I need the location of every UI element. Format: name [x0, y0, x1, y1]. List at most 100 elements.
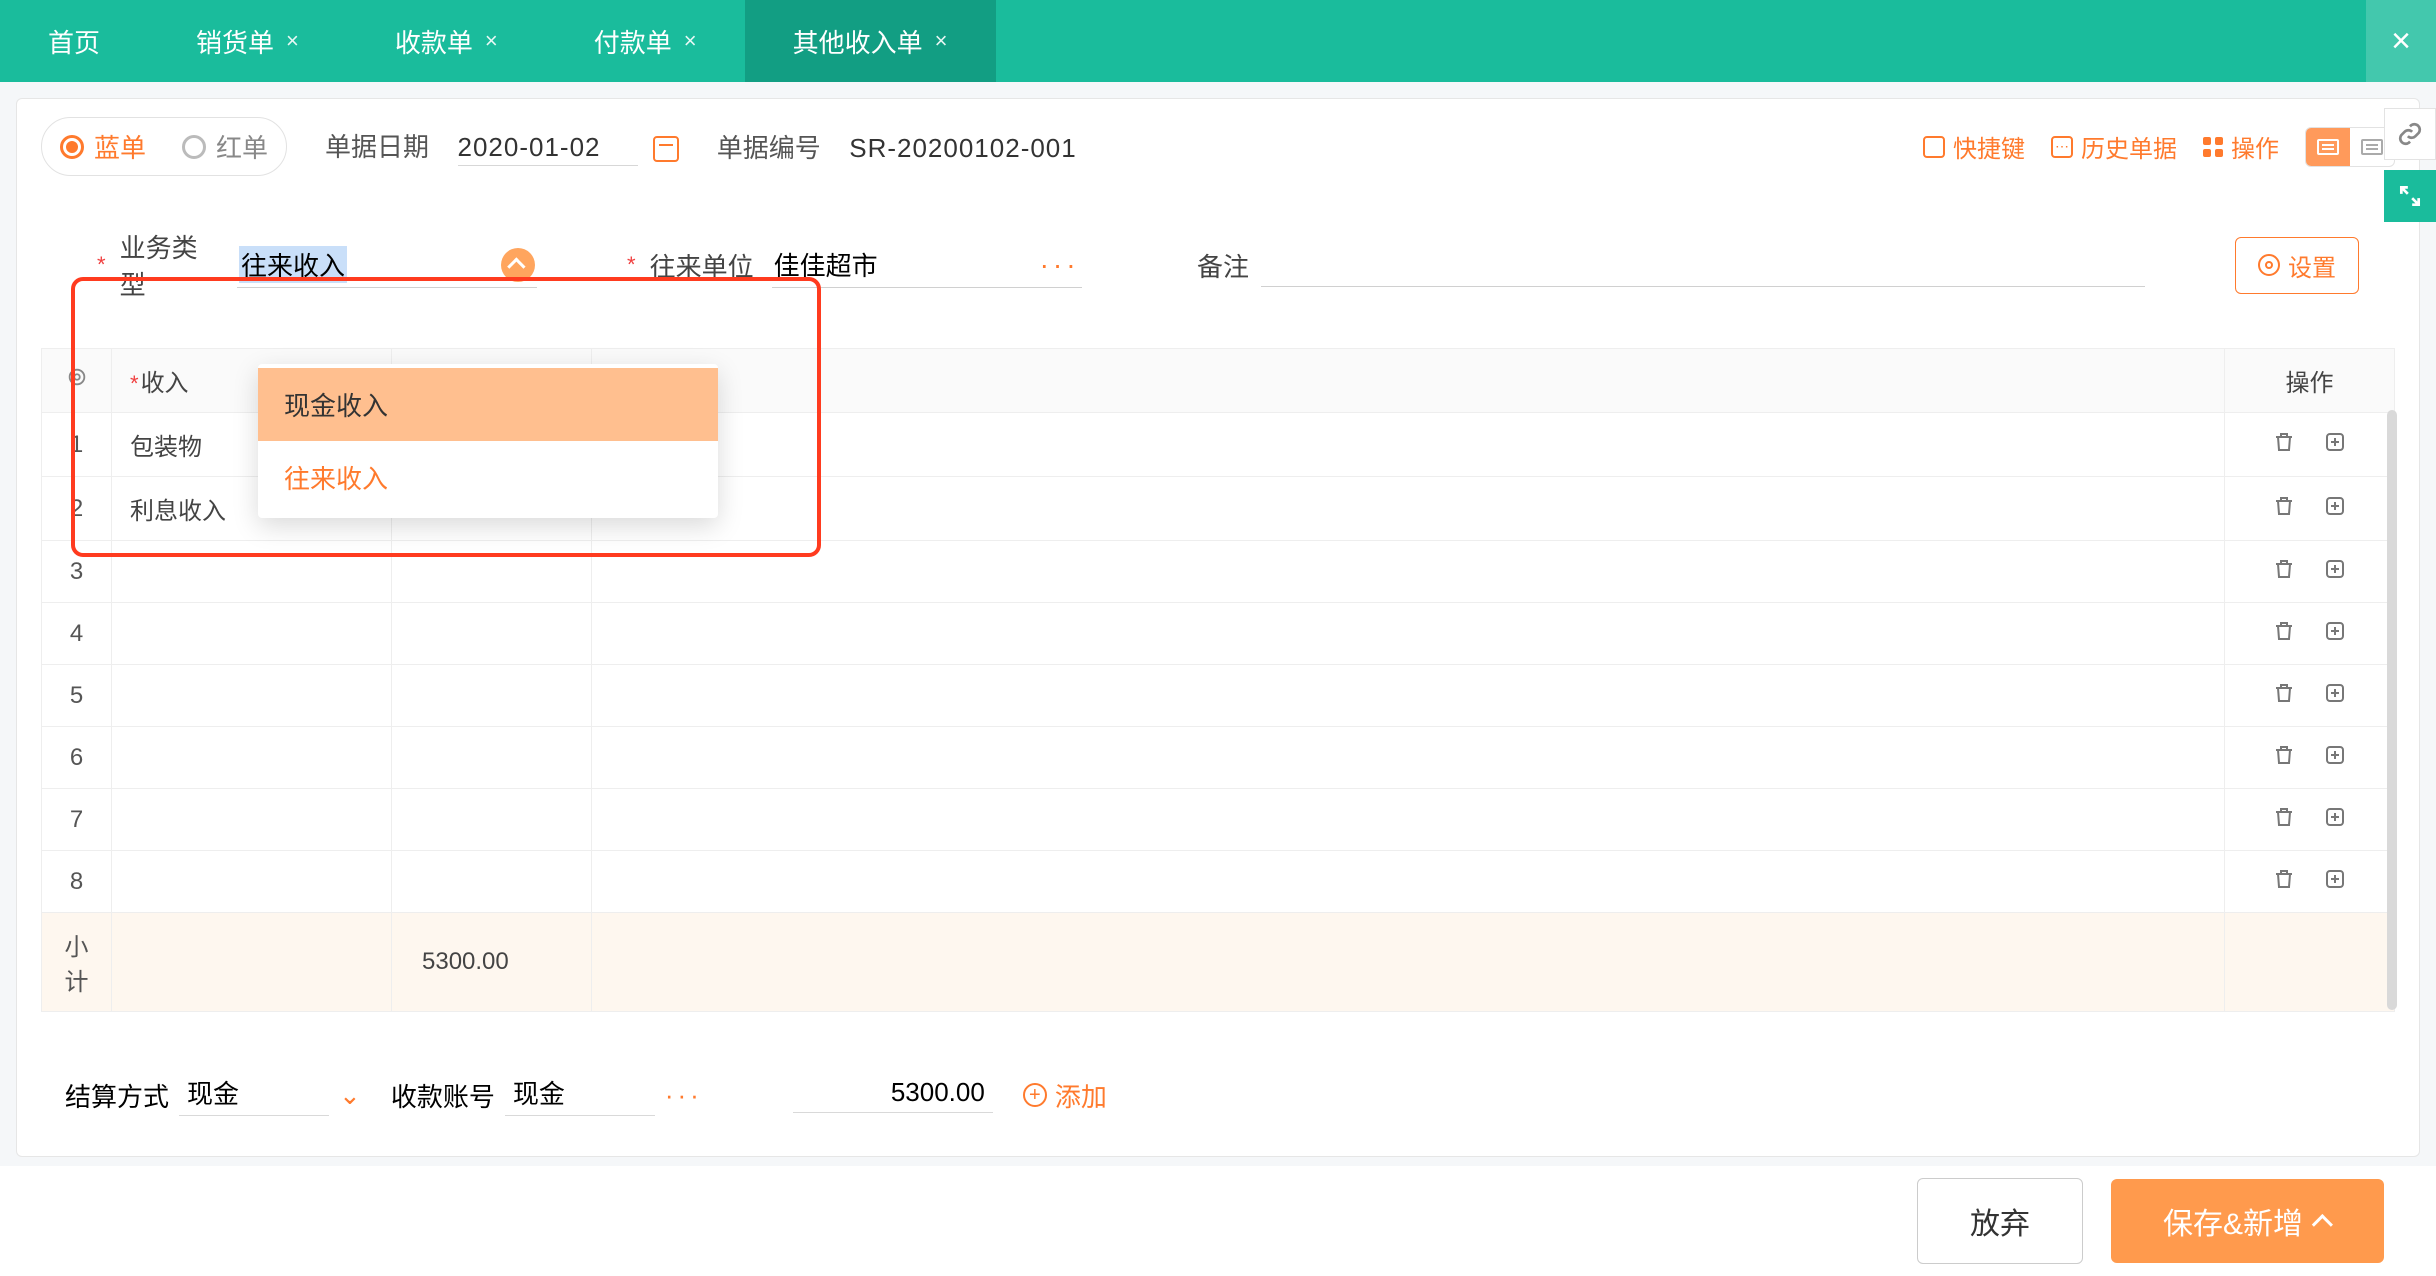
- close-icon[interactable]: ×: [485, 28, 498, 54]
- shortcut-label: 快捷键: [1953, 129, 2025, 164]
- insert-row-icon[interactable]: [2321, 803, 2349, 831]
- delete-icon[interactable]: [2270, 428, 2298, 456]
- cell-remark[interactable]: [592, 665, 2225, 727]
- shortcut-link[interactable]: 快捷键: [1923, 129, 2025, 164]
- org-group: * 往来单位 佳佳超市 ···: [627, 242, 1107, 288]
- row-ops: [2225, 851, 2395, 913]
- cell-remark[interactable]: [592, 789, 2225, 851]
- insert-row-icon[interactable]: [2321, 741, 2349, 769]
- cell-name[interactable]: [112, 851, 392, 913]
- cell-amount[interactable]: [392, 541, 592, 603]
- save-and-new-button[interactable]: 保存&新增: [2111, 1179, 2384, 1263]
- gear-icon: [2258, 254, 2280, 276]
- delete-icon[interactable]: [2270, 492, 2298, 520]
- row-number: 5: [42, 665, 112, 727]
- document-card: 蓝单 红单 单据日期 2020-01-02 单据编号 SR-20200102-0…: [16, 98, 2420, 1157]
- cell-remark[interactable]: [592, 603, 2225, 665]
- cell-name[interactable]: [112, 541, 392, 603]
- dropdown-option-cash-income[interactable]: 现金收入: [258, 368, 718, 441]
- close-icon[interactable]: ×: [286, 28, 299, 54]
- insert-row-icon[interactable]: [2321, 492, 2349, 520]
- window-close-button[interactable]: ×: [2366, 0, 2436, 82]
- close-icon[interactable]: ×: [935, 28, 948, 54]
- delete-icon[interactable]: [2270, 865, 2298, 893]
- row-number: 8: [42, 851, 112, 913]
- insert-row-icon[interactable]: [2321, 428, 2349, 456]
- cell-amount[interactable]: [392, 851, 592, 913]
- discard-button[interactable]: 放弃: [1917, 1178, 2083, 1264]
- row-ops: [2225, 541, 2395, 603]
- table-row: 6: [42, 727, 2395, 789]
- settle-account-value[interactable]: 现金: [505, 1074, 655, 1116]
- cell-remark[interactable]: [592, 413, 2225, 477]
- delete-icon[interactable]: [2270, 803, 2298, 831]
- doc-date-value[interactable]: 2020-01-02: [458, 132, 638, 166]
- table-row: 5: [42, 665, 2395, 727]
- cell-name[interactable]: [112, 603, 392, 665]
- row-ops: [2225, 727, 2395, 789]
- table-row: 7: [42, 789, 2395, 851]
- insert-row-icon[interactable]: [2321, 555, 2349, 583]
- chevron-up-icon[interactable]: [501, 248, 535, 282]
- more-icon[interactable]: ···: [1040, 249, 1080, 281]
- settings-label: 设置: [2288, 248, 2336, 283]
- cell-name[interactable]: [112, 665, 392, 727]
- row-number: 4: [42, 603, 112, 665]
- insert-row-icon[interactable]: [2321, 865, 2349, 893]
- table-settings-header[interactable]: [42, 349, 112, 413]
- cell-name[interactable]: [112, 789, 392, 851]
- col-income-label: 收入: [141, 370, 189, 397]
- row-ops: [2225, 477, 2395, 541]
- cell-amount[interactable]: [392, 789, 592, 851]
- org-value[interactable]: 佳佳超市: [774, 246, 878, 283]
- scrollbar[interactable]: [2387, 410, 2397, 1010]
- delete-icon[interactable]: [2270, 617, 2298, 645]
- tab-payment[interactable]: 付款单 ×: [546, 0, 745, 82]
- remark-group: 备注: [1197, 243, 2145, 287]
- cell-remark[interactable]: [592, 477, 2225, 541]
- col-ops-label: 操作: [2286, 370, 2334, 397]
- insert-row-icon[interactable]: [2321, 617, 2349, 645]
- tab-label: 销货单: [196, 23, 274, 60]
- radio-blue[interactable]: 蓝单: [60, 128, 146, 165]
- biz-type-value[interactable]: 往来收入: [239, 246, 347, 283]
- dropdown-option-往来收入[interactable]: 往来收入: [258, 441, 718, 514]
- remark-input[interactable]: [1261, 243, 2145, 287]
- tab-sales-order[interactable]: 销货单 ×: [148, 0, 347, 82]
- close-icon[interactable]: ×: [684, 28, 697, 54]
- attachment-button[interactable]: [2384, 108, 2436, 160]
- doc-no-group: 单据编号 SR-20200102-001: [717, 128, 1077, 165]
- cell-remark[interactable]: [592, 727, 2225, 789]
- doc-date-group: 单据日期 2020-01-02: [325, 127, 679, 166]
- cell-name[interactable]: [112, 727, 392, 789]
- tab-home-label: 首页: [48, 23, 100, 60]
- cell-amount[interactable]: [392, 727, 592, 789]
- tab-home[interactable]: 首页: [0, 0, 148, 82]
- expand-button[interactable]: [2384, 170, 2436, 222]
- cell-remark[interactable]: [592, 851, 2225, 913]
- calendar-icon[interactable]: [653, 136, 679, 162]
- add-settlement-button[interactable]: + 添加: [1023, 1077, 1107, 1114]
- delete-icon[interactable]: [2270, 741, 2298, 769]
- cell-remark[interactable]: [592, 541, 2225, 603]
- settle-amount-value[interactable]: 5300.00: [793, 1077, 993, 1113]
- table-subtotal-row: 小计 5300.00: [42, 913, 2395, 1012]
- radio-red[interactable]: 红单: [182, 128, 268, 165]
- insert-row-icon[interactable]: [2321, 679, 2349, 707]
- row-ops: [2225, 665, 2395, 727]
- row-number: 2: [42, 477, 112, 541]
- history-link[interactable]: 历史单据: [2051, 129, 2177, 164]
- settings-button[interactable]: 设置: [2235, 237, 2359, 294]
- cell-amount[interactable]: [392, 665, 592, 727]
- chevron-down-icon[interactable]: ⌄: [339, 1080, 361, 1111]
- settle-method-value[interactable]: 现金: [179, 1074, 329, 1116]
- delete-icon[interactable]: [2270, 679, 2298, 707]
- delete-icon[interactable]: [2270, 555, 2298, 583]
- tab-receipt[interactable]: 收款单 ×: [347, 0, 546, 82]
- list-icon: [2051, 136, 2073, 158]
- operate-link[interactable]: 操作: [2203, 129, 2279, 164]
- tab-other-income[interactable]: 其他收入单 ×: [745, 0, 996, 82]
- view-list-button[interactable]: [2306, 128, 2350, 166]
- cell-amount[interactable]: [392, 603, 592, 665]
- more-icon[interactable]: ···: [665, 1080, 703, 1111]
